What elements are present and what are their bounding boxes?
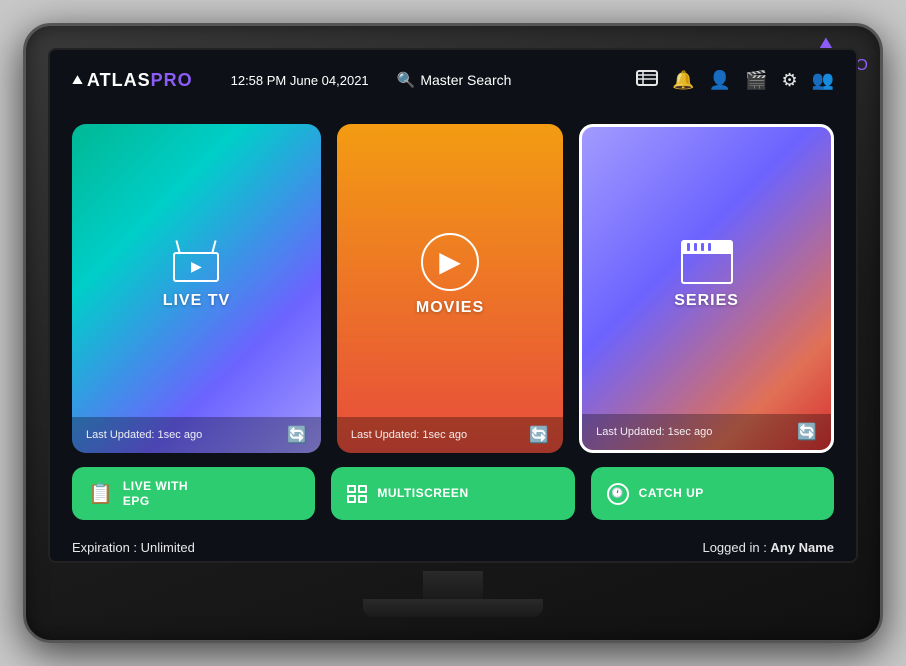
- users-icon[interactable]: 👥: [812, 70, 834, 91]
- settings-icon[interactable]: ⚙: [781, 70, 797, 91]
- logo-mountain-icon: ⛰: [72, 72, 83, 88]
- notification-icon[interactable]: 🔔: [672, 70, 694, 91]
- tv-frame: ⛰ ATLASPRO ⛰ ATLASPRO 12:58 PM June 04,2…: [23, 23, 883, 643]
- movies-updated: Last Updated: 1sec ago: [351, 429, 467, 441]
- master-search-button[interactable]: 🔍 Master Search: [397, 71, 512, 89]
- screen-content: ⛰ ATLASPRO 12:58 PM June 04,2021 🔍 Maste…: [50, 50, 856, 561]
- movies-card-top: ▶ MOVIES: [337, 124, 563, 417]
- live-epg-card[interactable]: 📋 LIVE WITHEPG: [72, 467, 315, 520]
- main-content: ▶ LIVE TV Last Updated: 1sec ago 🔄: [50, 110, 856, 534]
- movies-play-icon: ▶: [439, 245, 461, 278]
- footer-bar: Expiration : Unlimited Logged in : Any N…: [50, 534, 856, 561]
- multiscreen-label: MULTISCREEN: [377, 486, 468, 500]
- series-label: SERIES: [674, 292, 739, 310]
- live-tv-icon: ▶: [171, 240, 221, 284]
- search-icon: 🔍: [397, 71, 416, 89]
- bottom-cards-row: 📋 LIVE WITHEPG MULTISCREEN 🕐: [72, 467, 834, 520]
- header-bar: ⛰ ATLASPRO 12:58 PM June 04,2021 🔍 Maste…: [50, 50, 856, 110]
- multiscreen-card[interactable]: MULTISCREEN: [331, 467, 574, 520]
- tv-screen: ⛰ ATLASPRO 12:58 PM June 04,2021 🔍 Maste…: [48, 48, 858, 563]
- live-epg-label: LIVE WITHEPG: [123, 479, 188, 508]
- user-icon[interactable]: 👤: [709, 70, 731, 91]
- series-clapper-icon: [681, 240, 733, 284]
- recording-icon[interactable]: 🎬: [745, 70, 767, 91]
- live-tv-updated: Last Updated: 1sec ago: [86, 429, 202, 441]
- tv-stand-neck: [423, 571, 483, 599]
- movies-card-bottom: Last Updated: 1sec ago 🔄: [337, 417, 563, 453]
- series-card-top: SERIES: [582, 127, 831, 414]
- login-name: Any Name: [770, 540, 834, 555]
- main-cards-row: ▶ LIVE TV Last Updated: 1sec ago 🔄: [72, 124, 834, 453]
- logo-text: ATLASPRO: [87, 70, 193, 91]
- live-tv-label: LIVE TV: [163, 292, 230, 310]
- live-tv-card-bottom: Last Updated: 1sec ago 🔄: [72, 417, 321, 453]
- movies-card[interactable]: ▶ MOVIES Last Updated: 1sec ago 🔄: [337, 124, 563, 453]
- movies-refresh-icon[interactable]: 🔄: [529, 425, 549, 445]
- live-epg-icon: 📋: [88, 481, 113, 506]
- series-card[interactable]: SERIES Last Updated: 1sec ago 🔄: [579, 124, 834, 453]
- expiry-text: Expiration : Unlimited: [72, 540, 195, 555]
- login-text: Logged in : Any Name: [702, 540, 834, 555]
- tv-stand-base: [363, 599, 543, 617]
- channel-list-icon[interactable]: [636, 70, 658, 91]
- movies-play-circle: ▶: [421, 233, 479, 291]
- series-card-bottom: Last Updated: 1sec ago 🔄: [582, 414, 831, 450]
- live-tv-card-top: ▶ LIVE TV: [72, 124, 321, 417]
- movies-label: MOVIES: [416, 299, 484, 317]
- live-tv-card[interactable]: ▶ LIVE TV Last Updated: 1sec ago 🔄: [72, 124, 321, 453]
- datetime-display: 12:58 PM June 04,2021: [231, 73, 369, 88]
- series-refresh-icon[interactable]: 🔄: [797, 422, 817, 442]
- search-label: Master Search: [420, 72, 511, 88]
- catch-up-card[interactable]: 🕐 CATCH UP: [591, 467, 834, 520]
- live-tv-refresh-icon[interactable]: 🔄: [287, 425, 307, 445]
- header-icon-group: 🔔 👤 🎬 ⚙ 👥: [636, 70, 834, 91]
- catch-up-icon: 🕐: [607, 483, 629, 505]
- multiscreen-icon: [347, 485, 367, 503]
- app-logo: ⛰ ATLASPRO: [72, 70, 193, 91]
- catch-up-label: CATCH UP: [639, 486, 704, 500]
- series-updated: Last Updated: 1sec ago: [596, 426, 712, 438]
